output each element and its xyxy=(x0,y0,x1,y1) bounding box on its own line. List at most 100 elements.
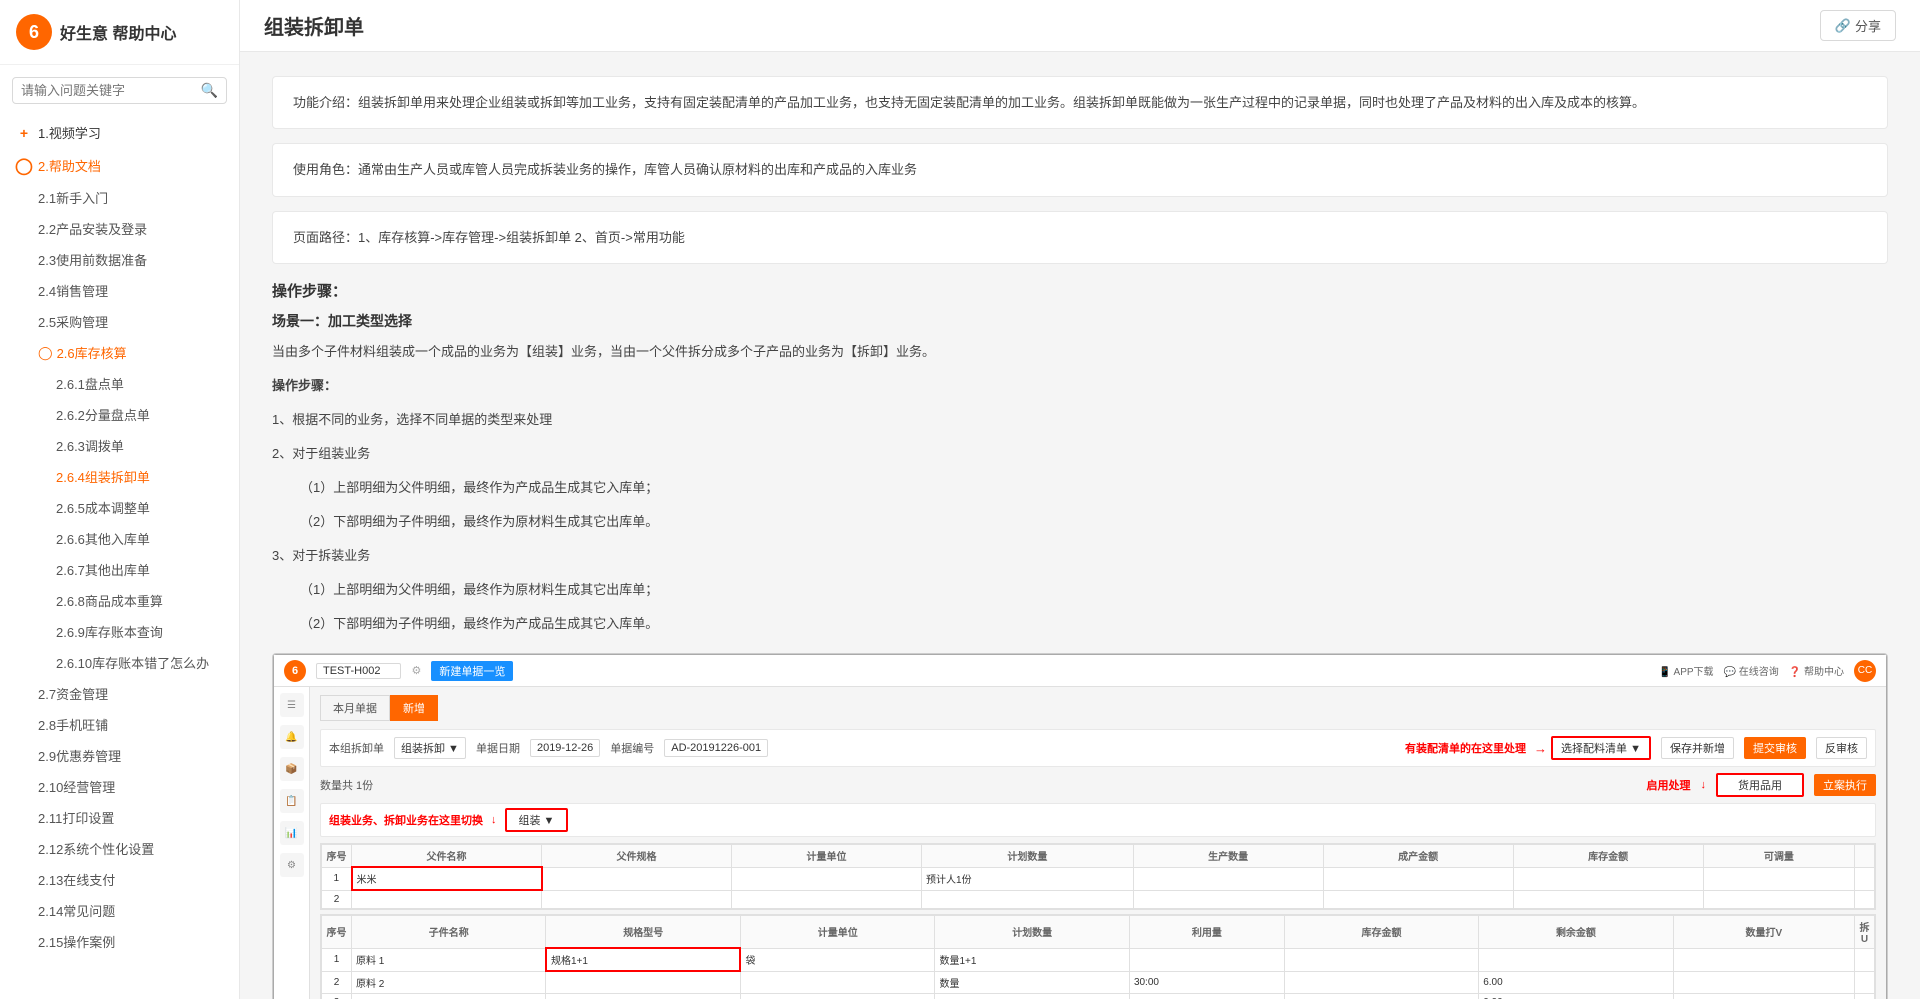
scene-title: 场景一：加工类型选择 xyxy=(272,311,1888,331)
mock-date-input[interactable]: 2019-12-26 xyxy=(530,739,600,757)
plus-icon: + xyxy=(16,125,32,141)
sidebar-item-inv-query[interactable]: 2.6.9库存账本查询 xyxy=(0,616,239,647)
mock-type-select[interactable]: 组装拆卸 ▼ xyxy=(394,737,466,759)
sidebar-item-assembly[interactable]: 2.6.4组装拆卸单 xyxy=(0,461,239,492)
sidebar-item-case[interactable]: 2.15操作案例 xyxy=(0,926,239,957)
sub-nav-docs: 2.1新手入门 2.2产品安装及登录 2.3使用前数据准备 2.4销售管理 2.… xyxy=(0,182,239,957)
intro-text: 功能介绍：组装拆卸单用来处理企业组装或拆卸等加工业务，支持有固定装配清单的产品加… xyxy=(293,95,1645,110)
mock-table-child: 序号 子件名称 规格型号 计量单位 计划数量 利用量 库存金额 剩余金额 数量打 xyxy=(320,914,1876,999)
intro-block: 功能介绍：组装拆卸单用来处理企业组装或拆卸等加工业务，支持有固定装配清单的产品加… xyxy=(272,76,1888,129)
sidebar-item-stocktake[interactable]: 2.6.1盘点单 xyxy=(0,368,239,399)
step2-2: （2）下部明细为子件明细，最终作为原材料生成其它出库单。 xyxy=(300,509,1888,535)
sidebar-item-prepare[interactable]: 2.3使用前数据准备 xyxy=(0,244,239,275)
mock-tab-new[interactable]: 新增 xyxy=(390,695,438,721)
sidebar-item-newbie[interactable]: 2.1新手入门 xyxy=(0,182,239,213)
mock-form-area: 本月单据 新增 本组拆卸单 组装拆卸 ▼ 单据日期 2019-12-26 单据编… xyxy=(310,687,1886,999)
share-icon: 🔗 xyxy=(1835,18,1851,34)
nav-section: + 1.视频学习 ◯ 2.帮助文档 2.1新手入门 2.2产品安装及登录 2.3… xyxy=(0,112,239,961)
mock-enable-input[interactable]: 货用品用 xyxy=(1716,773,1804,797)
sidebar-item-inventory[interactable]: ◯ 2.6库存核算 xyxy=(0,337,239,368)
topbar: 组装拆卸单 🔗 分享 xyxy=(240,0,1920,52)
anno2-text: 组装业务、拆卸业务在这里切换 xyxy=(329,812,483,828)
mock-num-input[interactable]: AD-20191226-001 xyxy=(664,739,768,757)
step1: 1、根据不同的业务，选择不同单据的类型来处理 xyxy=(272,407,1888,433)
sidebar-item-print[interactable]: 2.11打印设置 xyxy=(0,802,239,833)
sidebar-item-install[interactable]: 2.2产品安装及登录 xyxy=(0,213,239,244)
mock-btn-action[interactable]: 反审核 xyxy=(1816,737,1867,759)
steps-title: 操作步骤： xyxy=(272,280,1888,301)
sidebar-item-online-pay[interactable]: 2.13在线支付 xyxy=(0,864,239,895)
sidebar-item-video[interactable]: + 1.视频学习 xyxy=(0,116,239,149)
scene-desc: 当由多个子件材料组装成一个成品的业务为【组装】业务，当由一个父件拆分成多个子产品… xyxy=(272,339,1888,365)
mock-form-row2: 数量共 1份 启用处理 ↓ 货用品用 立案执行 xyxy=(320,773,1876,797)
path-block: 页面路径：1、库存核算->库存管理->组装拆卸单 2、首页->常用功能 xyxy=(272,211,1888,264)
mock-content-wrap: ☰ 🔔 📦 📋 📊 ⚙ 本月单据 新增 xyxy=(274,687,1886,999)
search-box: 🔍 xyxy=(0,65,239,112)
search-input-wrap[interactable]: 🔍 xyxy=(12,77,227,104)
mock-table-row-child-1: 1 原料 1 规格1+1 袋 数量1+1 xyxy=(322,948,1875,971)
mock-tabs: 本月单据 新增 xyxy=(320,695,1876,721)
role-text: 使用角色：通常由生产人员或库管人员完成拆装业务的操作，库管人员确认原材料的出库和… xyxy=(293,162,917,177)
step2-1: （1）上部明细为父件明细，最终作为产成品生成其它入库单； xyxy=(300,475,1888,501)
share-button[interactable]: 🔗 分享 xyxy=(1820,10,1896,41)
minus-icon: ◯ xyxy=(16,158,32,174)
sidebar-item-coupon[interactable]: 2.9优惠券管理 xyxy=(0,740,239,771)
step3: 3、对于拆装业务 xyxy=(272,543,1888,569)
mock-table-row-child-2: 2 原料 2 数量 30:00 6.00 xyxy=(322,971,1875,993)
logo-icon: 6 xyxy=(16,14,52,50)
inventory-open-icon: ◯ xyxy=(38,345,53,361)
sidebar-item-docs[interactable]: ◯ 2.帮助文档 xyxy=(0,149,239,182)
mock-logo: 6 xyxy=(284,660,306,682)
mock-table-parent: 序号 父件名称 父件规格 计量单位 计划数量 生产数量 成产金额 库存金额 可调 xyxy=(320,843,1876,910)
sidebar-item-label: 2.帮助文档 xyxy=(38,156,101,175)
anno1-text: 有装配清单的在这里处理 xyxy=(1405,740,1526,756)
mock-topbar: 6 TEST-H002 ⚙ 新建单据一览 📱 APP下载 💬 在线咨询 ❓ 帮助… xyxy=(274,655,1886,687)
sidebar-item-custom[interactable]: 2.12系统个性化设置 xyxy=(0,833,239,864)
sidebar-item-sales[interactable]: 2.4销售管理 xyxy=(0,275,239,306)
logo-bar: 6 好生意 帮助中心 xyxy=(0,0,239,65)
screenshot-container: 6 TEST-H002 ⚙ 新建单据一览 📱 APP下载 💬 在线咨询 ❓ 帮助… xyxy=(272,653,1888,999)
main: 组装拆卸单 🔗 分享 功能介绍：组装拆卸单用来处理企业组装或拆卸等加工业务，支持… xyxy=(240,0,1920,999)
page-title: 组装拆卸单 xyxy=(264,11,364,40)
sidebar-item-other-out[interactable]: 2.6.7其他出库单 xyxy=(0,554,239,585)
sidebar-item-cost-calc[interactable]: 2.6.8商品成本重算 xyxy=(0,585,239,616)
sidebar-item-ops[interactable]: 2.10经营管理 xyxy=(0,771,239,802)
content-area: 功能介绍：组装拆卸单用来处理企业组装或拆卸等加工业务，支持有固定装配清单的产品加… xyxy=(240,52,1920,999)
mock-table-row-parent-2: 2 xyxy=(322,890,1875,908)
mock-new-doc-btn[interactable]: 新建单据一览 xyxy=(431,661,513,681)
mock-assy-select[interactable]: 组装 ▼ xyxy=(505,808,569,832)
sidebar-item-adjust[interactable]: 2.6.3调拨单 xyxy=(0,430,239,461)
mock-company-select[interactable]: TEST-H002 xyxy=(316,663,401,679)
sidebar-item-capital[interactable]: 2.7资金管理 xyxy=(0,678,239,709)
search-input[interactable] xyxy=(21,83,201,98)
sidebar-item-cost[interactable]: 2.6.5成本调整单 xyxy=(0,492,239,523)
sidebar-item-inv-error[interactable]: 2.6.10库存账本错了怎么办 xyxy=(0,647,239,678)
mock-icon-sidebar: ☰ 🔔 📦 📋 📊 ⚙ xyxy=(274,687,310,999)
mock-tab-list[interactable]: 本月单据 xyxy=(320,695,390,721)
mock-table-row-parent-1: 1 米米 预计人1份 xyxy=(322,867,1875,890)
sidebar-item-purchase[interactable]: 2.5采购管理 xyxy=(0,306,239,337)
mock-form-row1: 本组拆卸单 组装拆卸 ▼ 单据日期 2019-12-26 单据编号 AD-201… xyxy=(320,729,1876,767)
mock-btn-submit[interactable]: 提交审核 xyxy=(1744,737,1806,759)
logo-text: 好生意 帮助中心 xyxy=(60,20,176,44)
mock-app: 6 TEST-H002 ⚙ 新建单据一览 📱 APP下载 💬 在线咨询 ❓ 帮助… xyxy=(273,654,1887,999)
sidebar-item-other-in[interactable]: 2.6.6其他入库单 xyxy=(0,523,239,554)
mock-select-config[interactable]: 选择配料清单 ▼ xyxy=(1551,736,1651,760)
sidebar-item-partial[interactable]: 2.6.2分量盘点单 xyxy=(0,399,239,430)
steps-sub-title: 操作步骤： xyxy=(272,373,1888,399)
sidebar-item-label: 1.视频学习 xyxy=(38,123,101,142)
step3-1: （1）上部明细为父件明细，最终作为原材料生成其它出库单； xyxy=(300,577,1888,603)
sidebar-item-faq[interactable]: 2.14常见问题 xyxy=(0,895,239,926)
step2: 2、对于组装业务 xyxy=(272,441,1888,467)
mock-btn-exec[interactable]: 立案执行 xyxy=(1814,774,1876,796)
step3-2: （2）下部明细为子件明细，最终作为产成品生成其它入库单。 xyxy=(300,611,1888,637)
search-icon[interactable]: 🔍 xyxy=(201,82,218,99)
mock-btn-save[interactable]: 保存并新增 xyxy=(1661,737,1734,759)
sidebar-item-mobile[interactable]: 2.8手机旺铺 xyxy=(0,709,239,740)
mock-table-row-child-3: 3 0.00 xyxy=(322,993,1875,999)
role-block: 使用角色：通常由生产人员或库管人员完成拆装业务的操作，库管人员确认原材料的出库和… xyxy=(272,143,1888,196)
mock-type-row: 组装业务、拆卸业务在这里切换 ↓ 组装 ▼ xyxy=(320,803,1876,837)
path-text: 页面路径：1、库存核算->库存管理->组装拆卸单 2、首页->常用功能 xyxy=(293,230,685,245)
sidebar: 6 好生意 帮助中心 🔍 + 1.视频学习 ◯ 2.帮助文档 2.1新手入门 2… xyxy=(0,0,240,999)
anno3-text: 启用处理 xyxy=(1647,777,1691,793)
